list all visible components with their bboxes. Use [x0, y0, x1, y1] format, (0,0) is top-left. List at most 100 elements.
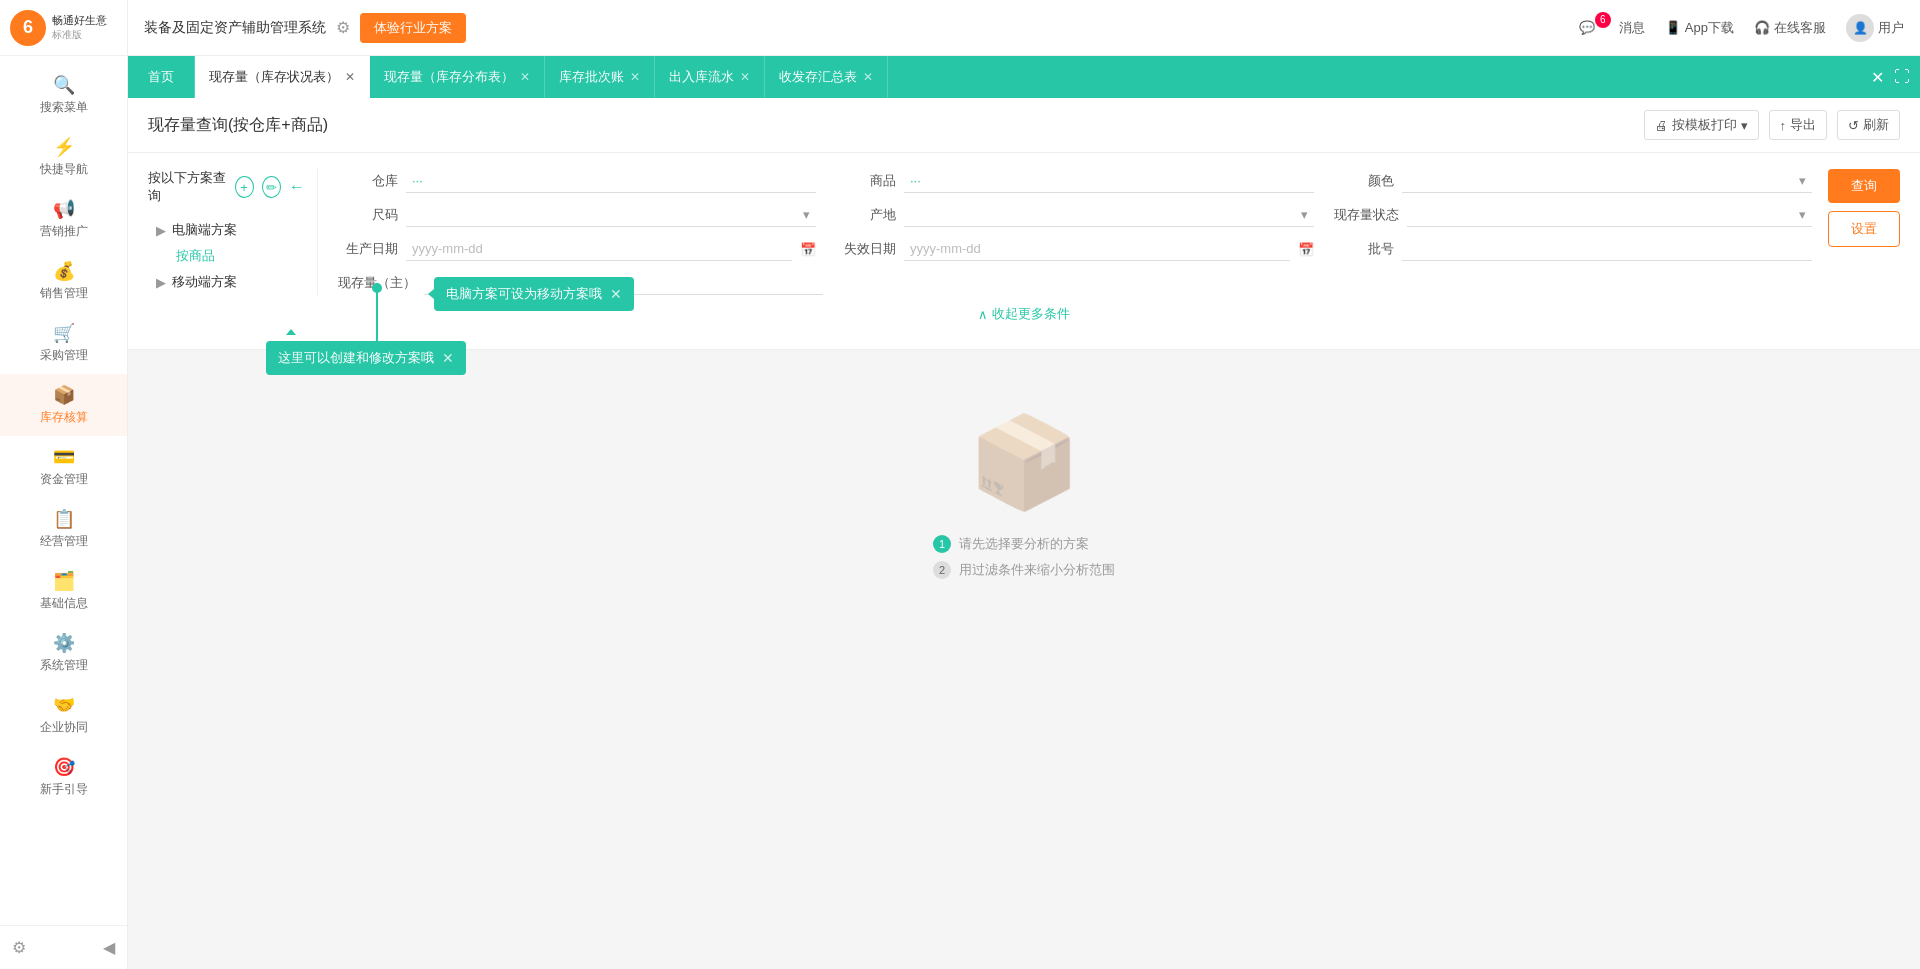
export-button[interactable]: ↑ 导出: [1769, 110, 1828, 140]
tab-close-icon[interactable]: ✕: [863, 70, 873, 84]
stock-status-dropdown[interactable]: ▾: [1407, 203, 1812, 227]
sidebar-item-purchase[interactable]: 🛒 采购管理: [0, 312, 127, 374]
sidebar-item-finance[interactable]: 💳 资金管理: [0, 436, 127, 498]
expiry-date-input[interactable]: [904, 237, 1290, 261]
settings-button[interactable]: 设置: [1828, 211, 1900, 247]
app-download-button[interactable]: 📱 App下载: [1665, 19, 1734, 37]
user-button[interactable]: 👤 用户: [1846, 14, 1904, 42]
chevron-down-icon: ▾: [1301, 207, 1308, 222]
sidebar-item-label: 采购管理: [40, 347, 88, 364]
refresh-button[interactable]: ↺ 刷新: [1837, 110, 1900, 140]
tooltip-desktop-scheme: 电脑方案可设为移动方案哦 ✕: [434, 277, 634, 311]
sidebar-item-label: 库存核算: [40, 409, 88, 426]
tab-close-icon[interactable]: ✕: [345, 70, 355, 84]
filter-add-button[interactable]: +: [235, 176, 254, 198]
filter-warehouse-row: 仓库 ···: [338, 169, 816, 193]
sidebar-item-marketing[interactable]: 📢 营销推广: [0, 188, 127, 250]
tab-expand-icon[interactable]: ⛶: [1894, 68, 1910, 86]
page-title: 现存量查询(按仓库+商品): [148, 115, 328, 136]
tab-close-icon[interactable]: ✕: [740, 70, 750, 84]
expiry-date-label: 失效日期: [836, 240, 896, 258]
trial-button[interactable]: 体验行业方案: [360, 13, 466, 43]
marketing-icon: 📢: [53, 198, 75, 220]
basic-icon: 🗂️: [53, 570, 75, 592]
tab-in-out-flow[interactable]: 出入库流水 ✕: [655, 56, 765, 98]
tab-batch-account[interactable]: 库存批次账 ✕: [545, 56, 655, 98]
calendar-icon[interactable]: 📅: [800, 242, 816, 257]
topbar: 装备及固定资产辅助管理系统 ⚙ 体验行业方案 💬 6 消息 📱 App下载 🎧 …: [128, 0, 1920, 56]
tooltip1-close-button[interactable]: ✕: [610, 286, 622, 302]
sales-icon: 💰: [53, 260, 75, 282]
topbar-gear-icon[interactable]: ⚙: [336, 18, 350, 37]
filter-scheme-panel: 按以下方案查询 + ✏ ← ▶ 电脑端方案 按商品: [148, 169, 318, 295]
tooltip2-close-button[interactable]: ✕: [442, 350, 454, 366]
operation-icon: 📋: [53, 508, 75, 530]
tab-batch-account-label: 库存批次账: [559, 68, 624, 86]
refresh-icon: ↺: [1848, 118, 1859, 133]
enterprise-icon: 🤝: [53, 694, 75, 716]
scheme-list: ▶ 电脑端方案 按商品 ▶ 移动端方案: [148, 217, 305, 295]
tabbar: 首页 现存量（库存状况表） ✕ 现存量（库存分布表） ✕ 库存批次账 ✕ 出入库…: [128, 56, 1920, 98]
scheme-mobile-group[interactable]: ▶ 移动端方案: [156, 269, 305, 295]
batch-input[interactable]: [1402, 237, 1812, 261]
page-header: 现存量查询(按仓库+商品) 🖨 按模板打印 ▾ ↑ 导出 ↺ 刷新: [128, 98, 1920, 153]
message-button[interactable]: 💬 6 消息: [1579, 19, 1645, 37]
stock-status-label: 现存量状态: [1334, 206, 1399, 224]
sidebar-settings-button[interactable]: ⚙: [12, 938, 26, 957]
production-date-input[interactable]: [406, 237, 792, 261]
sidebar-item-operation[interactable]: 📋 经营管理: [0, 498, 127, 560]
stock-main-max-input[interactable]: [636, 275, 817, 290]
scheme-desktop-group[interactable]: ▶ 电脑端方案: [156, 217, 305, 243]
tab-close-all-icon[interactable]: ✕: [1871, 68, 1884, 87]
tab-home[interactable]: 首页: [128, 56, 195, 98]
online-service-button[interactable]: 🎧 在线客服: [1754, 19, 1826, 37]
batch-label: 批号: [1334, 240, 1394, 258]
print-button[interactable]: 🖨 按模板打印 ▾: [1644, 110, 1759, 140]
chevron-down-icon: ▾: [1741, 118, 1748, 133]
size-dropdown[interactable]: ▾: [406, 203, 816, 227]
tab-close-icon[interactable]: ✕: [630, 70, 640, 84]
filter-origin-row: 产地 ▾: [836, 203, 1314, 227]
calendar-icon[interactable]: 📅: [1298, 242, 1314, 257]
sidebar-footer: ⚙ ◀: [0, 925, 127, 969]
sidebar-item-system[interactable]: ⚙️ 系统管理: [0, 622, 127, 684]
filter-arrow-button[interactable]: ←: [289, 178, 305, 196]
scheme-desktop-item-goods[interactable]: 按商品: [156, 243, 305, 269]
sidebar-item-sales[interactable]: 💰 销售管理: [0, 250, 127, 312]
tab-inventory-status[interactable]: 现存量（库存状况表） ✕: [195, 56, 370, 98]
sidebar-item-basic[interactable]: 🗂️ 基础信息: [0, 560, 127, 622]
warehouse-label: 仓库: [338, 172, 398, 190]
sidebar-item-enterprise[interactable]: 🤝 企业协同: [0, 684, 127, 746]
tab-receive-summary[interactable]: 收发存汇总表 ✕: [765, 56, 888, 98]
system-icon: ⚙️: [53, 632, 75, 654]
message-badge: 6: [1595, 12, 1611, 28]
filter-edit-button[interactable]: ✏: [262, 176, 281, 198]
warehouse-dropdown[interactable]: ···: [406, 169, 816, 193]
color-dropdown[interactable]: ▾: [1402, 169, 1812, 193]
query-button[interactable]: 查询: [1828, 169, 1900, 203]
goods-dropdown[interactable]: ···: [904, 169, 1314, 193]
sidebar-item-search-menu[interactable]: 🔍 搜索菜单: [0, 64, 127, 126]
main-content: 装备及固定资产辅助管理系统 ⚙ 体验行业方案 💬 6 消息 📱 App下载 🎧 …: [128, 0, 1920, 969]
chevron-right-icon: ▶: [156, 275, 166, 290]
production-date-label: 生产日期: [338, 240, 398, 258]
user-label: 用户: [1878, 19, 1904, 37]
app-download-label: App下载: [1685, 19, 1734, 37]
search-menu-icon: 🔍: [53, 74, 75, 96]
sidebar-item-label: 资金管理: [40, 471, 88, 488]
tooltip2-text: 这里可以创建和修改方案哦: [278, 349, 434, 367]
sidebar-item-newbie[interactable]: 🎯 新手引导: [0, 746, 127, 808]
newbie-icon: 🎯: [53, 756, 75, 778]
collapse-button[interactable]: ∧ 收起更多条件: [148, 295, 1900, 333]
sidebar-item-quick-nav[interactable]: ⚡ 快捷导航: [0, 126, 127, 188]
scheme-desktop-label: 电脑端方案: [172, 221, 237, 239]
tab-close-icon[interactable]: ✕: [520, 70, 530, 84]
tab-inventory-dist[interactable]: 现存量（库存分布表） ✕: [370, 56, 545, 98]
origin-dropdown[interactable]: ▾: [904, 203, 1314, 227]
sidebar-collapse-button[interactable]: ◀: [103, 938, 115, 957]
scheme-item-label: 按商品: [176, 247, 215, 265]
empty-step-1: 1 请先选择要分析的方案: [933, 535, 1115, 553]
sidebar-item-inventory[interactable]: 📦 库存核算: [0, 374, 127, 436]
filter-stock-status-row: 现存量状态 ▾: [1334, 203, 1812, 227]
sidebar-logo: 6 畅通好生意 标准版: [0, 0, 127, 56]
